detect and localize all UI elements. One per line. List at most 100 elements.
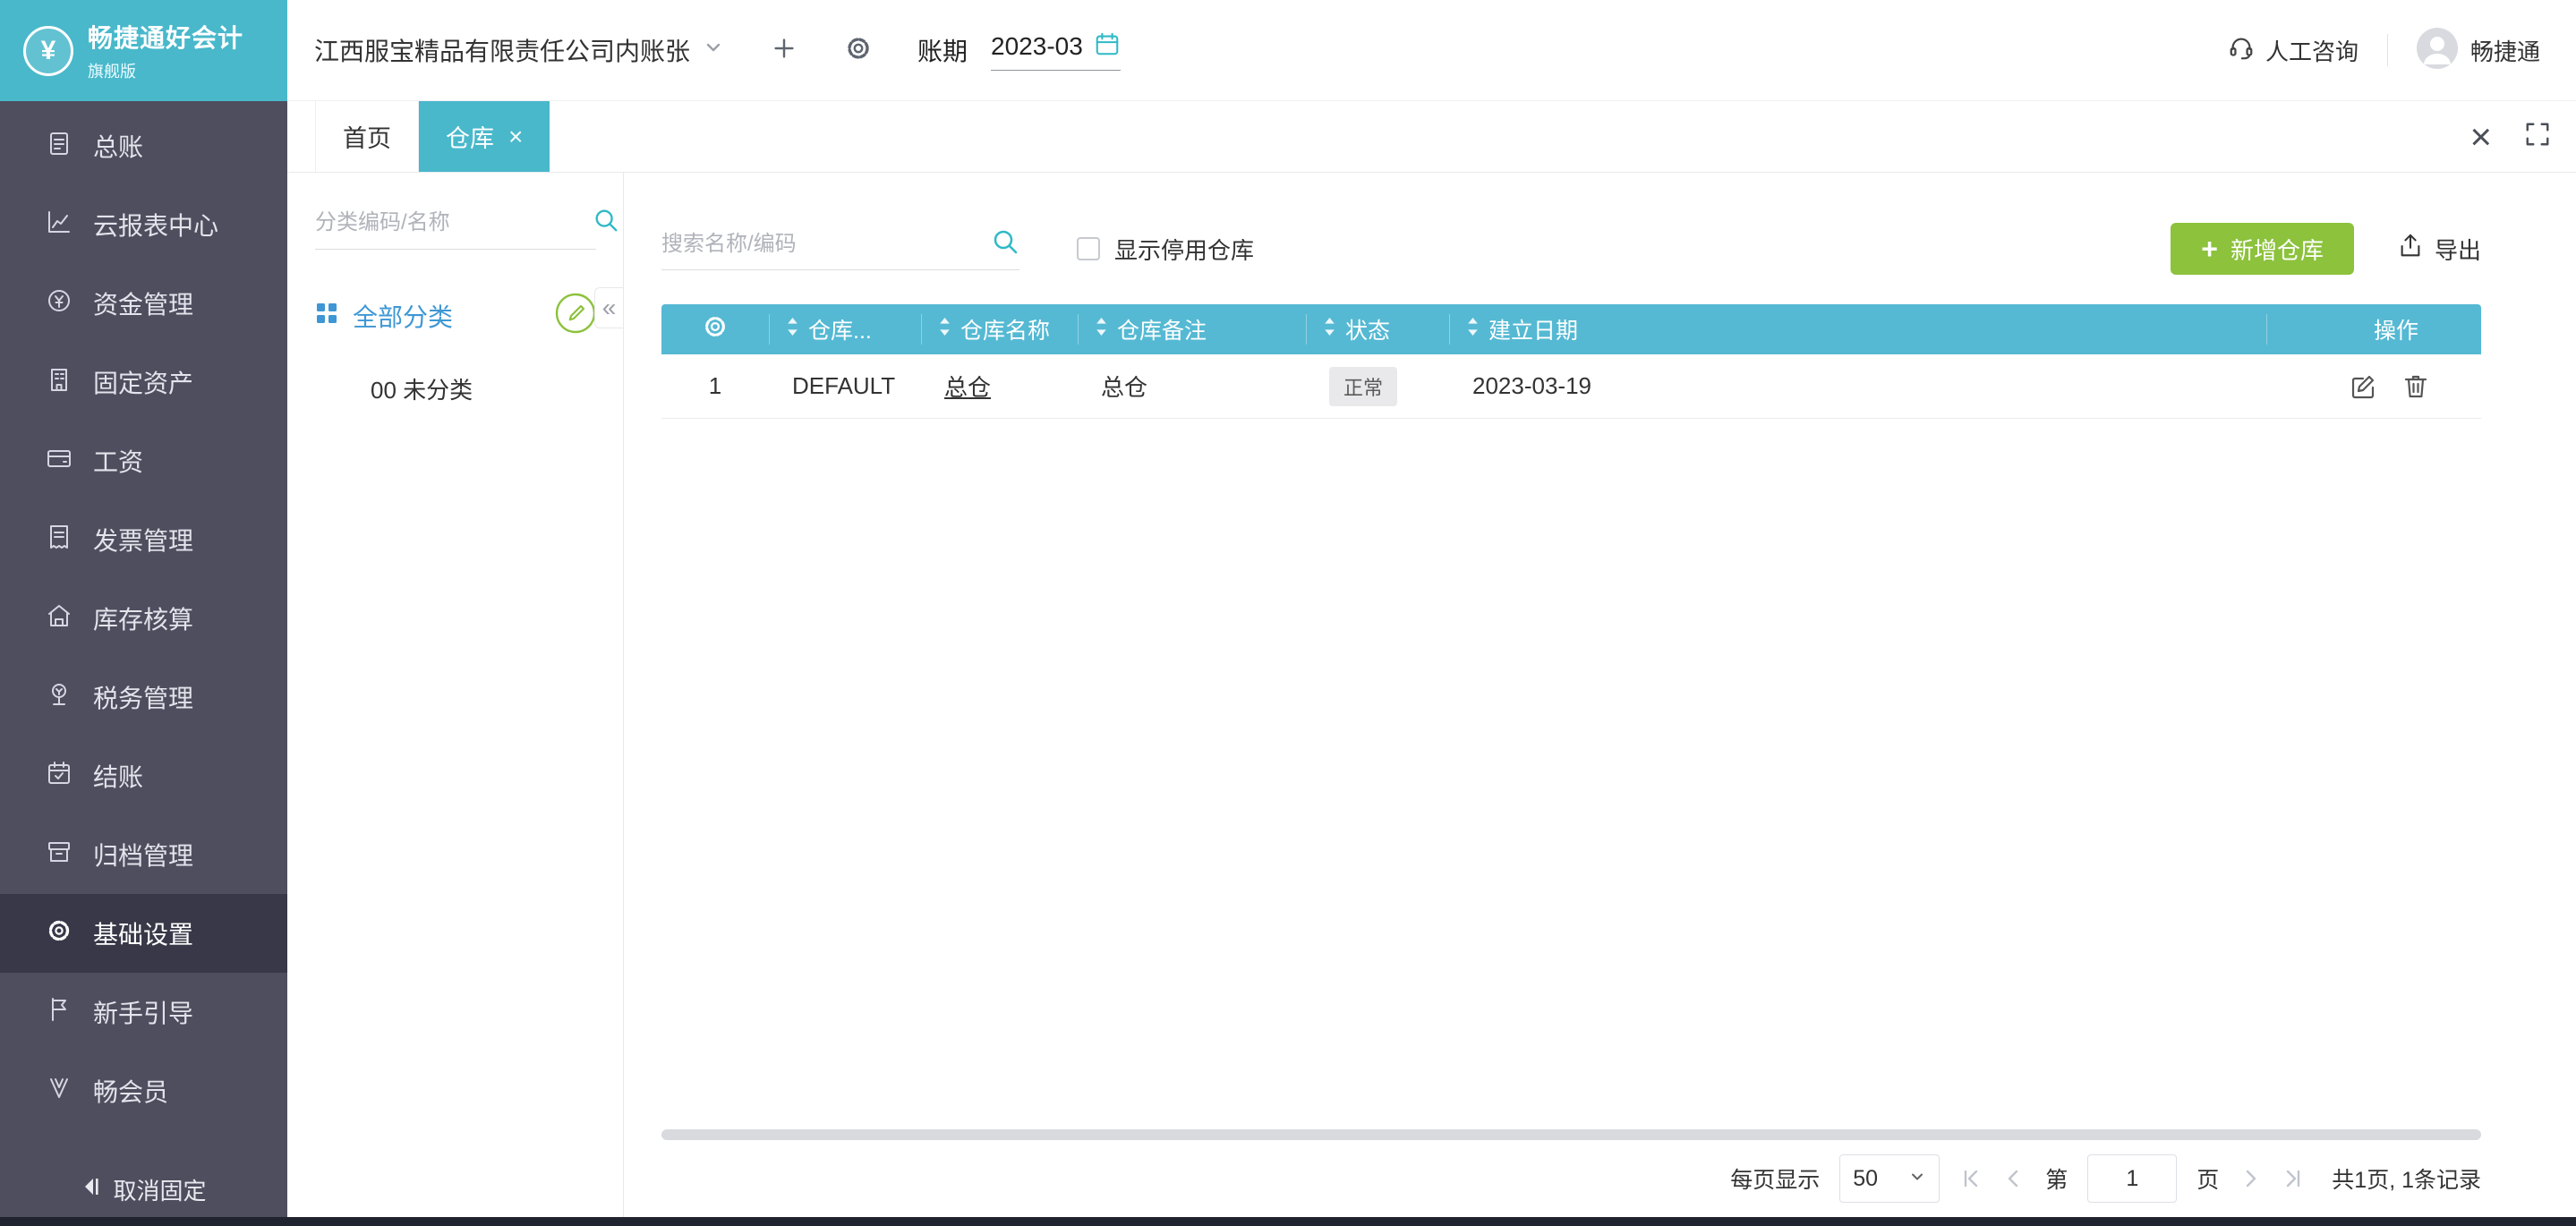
- company-selector[interactable]: 江西服宝精品有限责任公司内账张: [314, 32, 724, 68]
- per-page-select[interactable]: 50: [1839, 1154, 1941, 1203]
- member-v-icon: [45, 1074, 73, 1109]
- sidebar-item-label: 库存核算: [93, 606, 194, 634]
- edit-row-icon[interactable]: [2349, 372, 2377, 401]
- gear-icon: [45, 916, 73, 951]
- tab-label: 仓库: [446, 125, 494, 152]
- page-prefix: 第: [2045, 1168, 2068, 1193]
- col-created-date[interactable]: 建立日期: [1449, 314, 2266, 345]
- sidebar-item-label: 总账: [93, 133, 144, 161]
- collapse-panel-icon[interactable]: «: [594, 287, 623, 328]
- sidebar-item-label: 基础设置: [93, 921, 194, 949]
- sidebar-item-label: 资金管理: [93, 291, 194, 319]
- headset-icon: [2228, 34, 2255, 67]
- cell-row-index: 1: [708, 372, 722, 399]
- avatar: [2416, 27, 2458, 73]
- sidebar-item-archive[interactable]: 归档管理: [0, 815, 287, 894]
- archive-box-icon: [45, 838, 73, 873]
- user-menu[interactable]: 畅捷通: [2416, 27, 2540, 73]
- flag-icon: [45, 995, 73, 1030]
- sidebar-item-fixed-assets[interactable]: 固定资产: [0, 343, 287, 421]
- unpin-sidebar-button[interactable]: 取消固定: [0, 1173, 287, 1206]
- sidebar-item-membership[interactable]: 畅会员: [0, 1051, 287, 1130]
- table-header: 仓库... 仓库名称 仓库备注 状态 建立日期 操作: [661, 304, 2481, 354]
- show-disabled-checkbox[interactable]: [1077, 237, 1100, 260]
- pagination: 每页显示 50 第 页 共1页, 1条记录: [1730, 1154, 2481, 1203]
- page-suffix: 页: [2196, 1168, 2220, 1193]
- next-page-icon[interactable]: [2239, 1167, 2262, 1190]
- warehouse-search: [661, 227, 1019, 270]
- col-warehouse-name[interactable]: 仓库名称: [921, 314, 1078, 345]
- add-account-button[interactable]: [771, 35, 798, 66]
- page-number-input[interactable]: [2087, 1154, 2178, 1203]
- topbar: 江西服宝精品有限责任公司内账张 账期 2023-03 人工咨询 畅捷通: [287, 0, 2576, 101]
- edit-category-icon[interactable]: [555, 293, 596, 338]
- warehouse-search-input[interactable]: [661, 231, 991, 257]
- sidebar-item-label: 云报表中心: [93, 212, 219, 240]
- support-button[interactable]: 人工咨询: [2228, 34, 2358, 67]
- warehouse-name-link[interactable]: 总仓: [944, 374, 991, 401]
- tab-bar: 首页 仓库 × ×: [287, 101, 2576, 173]
- warehouse-workarea: 显示停用仓库 + 新增仓库 导出: [624, 173, 2576, 1226]
- prev-page-icon[interactable]: [2002, 1167, 2026, 1190]
- tab-warehouse[interactable]: 仓库 ×: [419, 101, 550, 172]
- sidebar-item-general-ledger[interactable]: 总账: [0, 106, 287, 185]
- export-button[interactable]: 导出: [2397, 233, 2481, 266]
- sidebar-item-label: 税务管理: [93, 685, 194, 712]
- sidebar-item-inventory[interactable]: 库存核算: [0, 579, 287, 658]
- category-search-input[interactable]: [315, 209, 593, 235]
- sidebar-item-onboarding[interactable]: 新手引导: [0, 973, 287, 1051]
- sidebar-item-closing[interactable]: 结账: [0, 736, 287, 815]
- brand-logo: ¥ 畅捷通好会计 旗舰版: [0, 0, 287, 101]
- invoice-icon: [45, 523, 73, 558]
- plus-icon: +: [2201, 233, 2218, 265]
- app-window: ¥ 畅捷通好会计 旗舰版 总账 云报表中心 资金管理 固定资产 工资 发票管理 …: [0, 0, 2576, 1226]
- company-name: 江西服宝精品有限责任公司内账张: [314, 38, 691, 65]
- plus-icon: [771, 35, 798, 66]
- category-panel: 全部分类 00 未分类 «: [287, 173, 624, 1226]
- cell-warehouse-note: 总仓: [1101, 374, 1148, 401]
- close-view-icon[interactable]: ×: [2469, 117, 2492, 156]
- first-page-icon[interactable]: [1959, 1167, 1983, 1190]
- col-warehouse-note[interactable]: 仓库备注: [1078, 314, 1306, 345]
- search-icon[interactable]: [991, 227, 1019, 260]
- delete-row-icon[interactable]: [2402, 372, 2429, 401]
- report-chart-icon: [45, 208, 73, 243]
- sort-icon: [938, 316, 951, 344]
- sidebar-item-label: 结账: [93, 763, 144, 791]
- last-page-icon[interactable]: [2282, 1167, 2305, 1190]
- sidebar-item-basic-settings[interactable]: 基础设置: [0, 894, 287, 973]
- sidebar-item-invoices[interactable]: 发票管理: [0, 500, 287, 579]
- category-all-label[interactable]: 全部分类: [353, 298, 541, 334]
- sidebar-item-funds[interactable]: 资金管理: [0, 264, 287, 343]
- category-item-uncategorized[interactable]: 00 未分类: [315, 372, 623, 405]
- topbar-divider: [2386, 34, 2388, 66]
- category-root-row: 全部分类: [315, 293, 596, 338]
- tab-home[interactable]: 首页: [315, 101, 419, 172]
- col-status[interactable]: 状态: [1306, 314, 1449, 345]
- funds-icon: [45, 286, 73, 321]
- sort-icon: [1466, 316, 1480, 344]
- period-picker[interactable]: 2023-03: [991, 30, 1121, 71]
- record-summary: 共1页, 1条记录: [2332, 1168, 2481, 1193]
- period-label: 账期: [917, 38, 968, 65]
- col-warehouse-code[interactable]: 仓库...: [769, 314, 921, 345]
- column-settings-button[interactable]: [661, 314, 769, 345]
- table-row: 1 DEFAULT 总仓 总仓 正常 2023-03-19: [661, 354, 2481, 419]
- building-icon: [45, 365, 73, 400]
- fullscreen-icon[interactable]: [2524, 121, 2551, 152]
- show-disabled-filter: 显示停用仓库: [1077, 233, 1254, 266]
- add-warehouse-button[interactable]: + 新增仓库: [2171, 223, 2354, 275]
- warehouse-icon: [45, 601, 73, 636]
- settings-button[interactable]: [844, 34, 873, 67]
- sidebar: ¥ 畅捷通好会计 旗舰版 总账 云报表中心 资金管理 固定资产 工资 发票管理 …: [0, 0, 287, 1226]
- horizontal-scrollbar[interactable]: [661, 1129, 2481, 1140]
- sidebar-item-payroll[interactable]: 工资: [0, 421, 287, 500]
- sidebar-item-label: 固定资产: [93, 370, 194, 397]
- sidebar-item-tax[interactable]: 税务管理: [0, 658, 287, 736]
- col-label: 建立日期: [1488, 319, 1579, 344]
- sidebar-item-cloud-reports[interactable]: 云报表中心: [0, 185, 287, 264]
- ledger-icon: [45, 129, 73, 164]
- tab-close-icon[interactable]: ×: [508, 123, 523, 149]
- show-disabled-label: 显示停用仓库: [1114, 236, 1255, 264]
- search-icon[interactable]: [593, 207, 619, 238]
